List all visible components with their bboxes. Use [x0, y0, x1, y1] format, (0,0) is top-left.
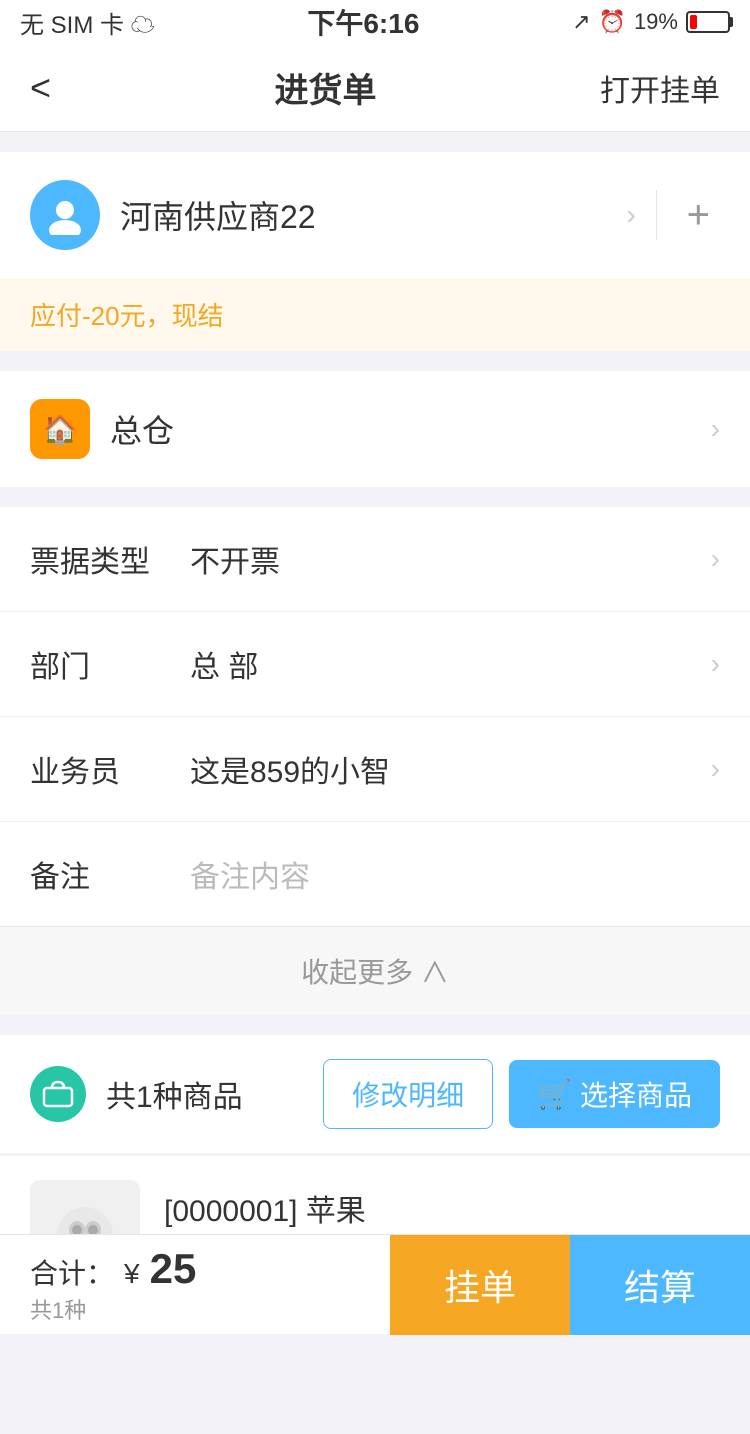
- warehouse-row[interactable]: 🏠 总仓 ›: [0, 371, 750, 487]
- supplier-avatar: [30, 180, 100, 250]
- invoice-type-row[interactable]: 票据类型 不开票 ›: [0, 507, 750, 612]
- total-section: 合计： ¥ 25 共1种: [0, 1245, 390, 1325]
- total-label: 合计： ¥ 25: [30, 1245, 360, 1293]
- edit-detail-button[interactable]: 修改明细: [323, 1059, 493, 1129]
- status-left: 无 SIM 卡 ☁: [20, 5, 155, 40]
- checkout-button[interactable]: 结算: [570, 1235, 750, 1335]
- alarm-icon: ⏰: [599, 9, 626, 35]
- product-header: 共1种商品 修改明细 🛒 选择商品: [0, 1035, 750, 1154]
- department-label: 部门: [30, 642, 170, 686]
- supplier-row[interactable]: 河南供应商22 › +: [0, 152, 750, 278]
- page-title: 进货单: [275, 63, 377, 112]
- notice-bar: 应付-20元，现结: [0, 278, 750, 351]
- status-bar: 无 SIM 卡 ☁ 下午6:16 ↗ ⏰ 19%: [0, 0, 750, 44]
- back-button[interactable]: <: [30, 67, 51, 109]
- supplier-section: 河南供应商22 › + 应付-20元，现结: [0, 152, 750, 351]
- invoice-type-chevron-icon: ›: [711, 543, 720, 575]
- remark-row[interactable]: 备注 备注内容: [0, 822, 750, 926]
- battery-percent: 19%: [634, 9, 678, 35]
- salesperson-chevron-icon: ›: [711, 753, 720, 785]
- total-amount: 25: [150, 1245, 197, 1293]
- department-value: 总 部: [190, 642, 701, 686]
- select-product-button[interactable]: 🛒 选择商品: [509, 1060, 720, 1128]
- warehouse-section[interactable]: 🏠 总仓 ›: [0, 371, 750, 487]
- total-symbol: ¥: [124, 1258, 140, 1290]
- salesperson-label: 业务员: [30, 747, 170, 791]
- warehouse-name: 总仓: [110, 406, 711, 452]
- remark-label: 备注: [30, 852, 170, 896]
- supplier-name: 河南供应商22: [120, 192, 616, 238]
- status-right: ↗ ⏰ 19%: [572, 9, 730, 35]
- invoice-type-value: 不开票: [190, 537, 701, 581]
- department-chevron-icon: ›: [711, 648, 720, 680]
- salesperson-row[interactable]: 业务员 这是859的小智 ›: [0, 717, 750, 822]
- hang-button[interactable]: 挂单: [390, 1235, 570, 1335]
- total-sub-label: 共1种: [30, 1293, 360, 1325]
- department-row[interactable]: 部门 总 部 ›: [0, 612, 750, 717]
- warehouse-chevron-icon: ›: [711, 413, 720, 445]
- select-product-icon: 🛒: [537, 1078, 572, 1111]
- battery-icon: [686, 11, 730, 33]
- select-product-label: 选择商品: [580, 1074, 692, 1114]
- form-section: 票据类型 不开票 › 部门 总 部 › 业务员 这是859的小智 › 备注 备注…: [0, 507, 750, 926]
- invoice-type-label: 票据类型: [30, 537, 170, 581]
- product-name: [0000001] 苹果: [164, 1186, 668, 1230]
- remark-value[interactable]: 备注内容: [190, 852, 720, 896]
- supplier-chevron-icon: ›: [626, 199, 635, 231]
- nav-bar: < 进货单 打开挂单: [0, 44, 750, 132]
- product-count-icon: [30, 1066, 86, 1122]
- collapse-bar[interactable]: 收起更多 ∧: [0, 926, 750, 1015]
- sim-status: 无 SIM 卡 ☁: [20, 5, 155, 40]
- total-text: 合计：: [30, 1252, 114, 1292]
- bottom-bar: 合计： ¥ 25 共1种 挂单 结算: [0, 1234, 750, 1334]
- salesperson-value: 这是859的小智: [190, 747, 701, 791]
- add-supplier-button[interactable]: +: [677, 193, 720, 238]
- location-icon: ↗: [572, 9, 590, 35]
- status-time: 下午6:16: [307, 2, 419, 42]
- warehouse-icon: 🏠: [30, 399, 90, 459]
- supplier-divider: [656, 190, 657, 240]
- open-hang-button[interactable]: 打开挂单: [600, 66, 720, 110]
- product-count-text: 共1种商品: [106, 1072, 323, 1116]
